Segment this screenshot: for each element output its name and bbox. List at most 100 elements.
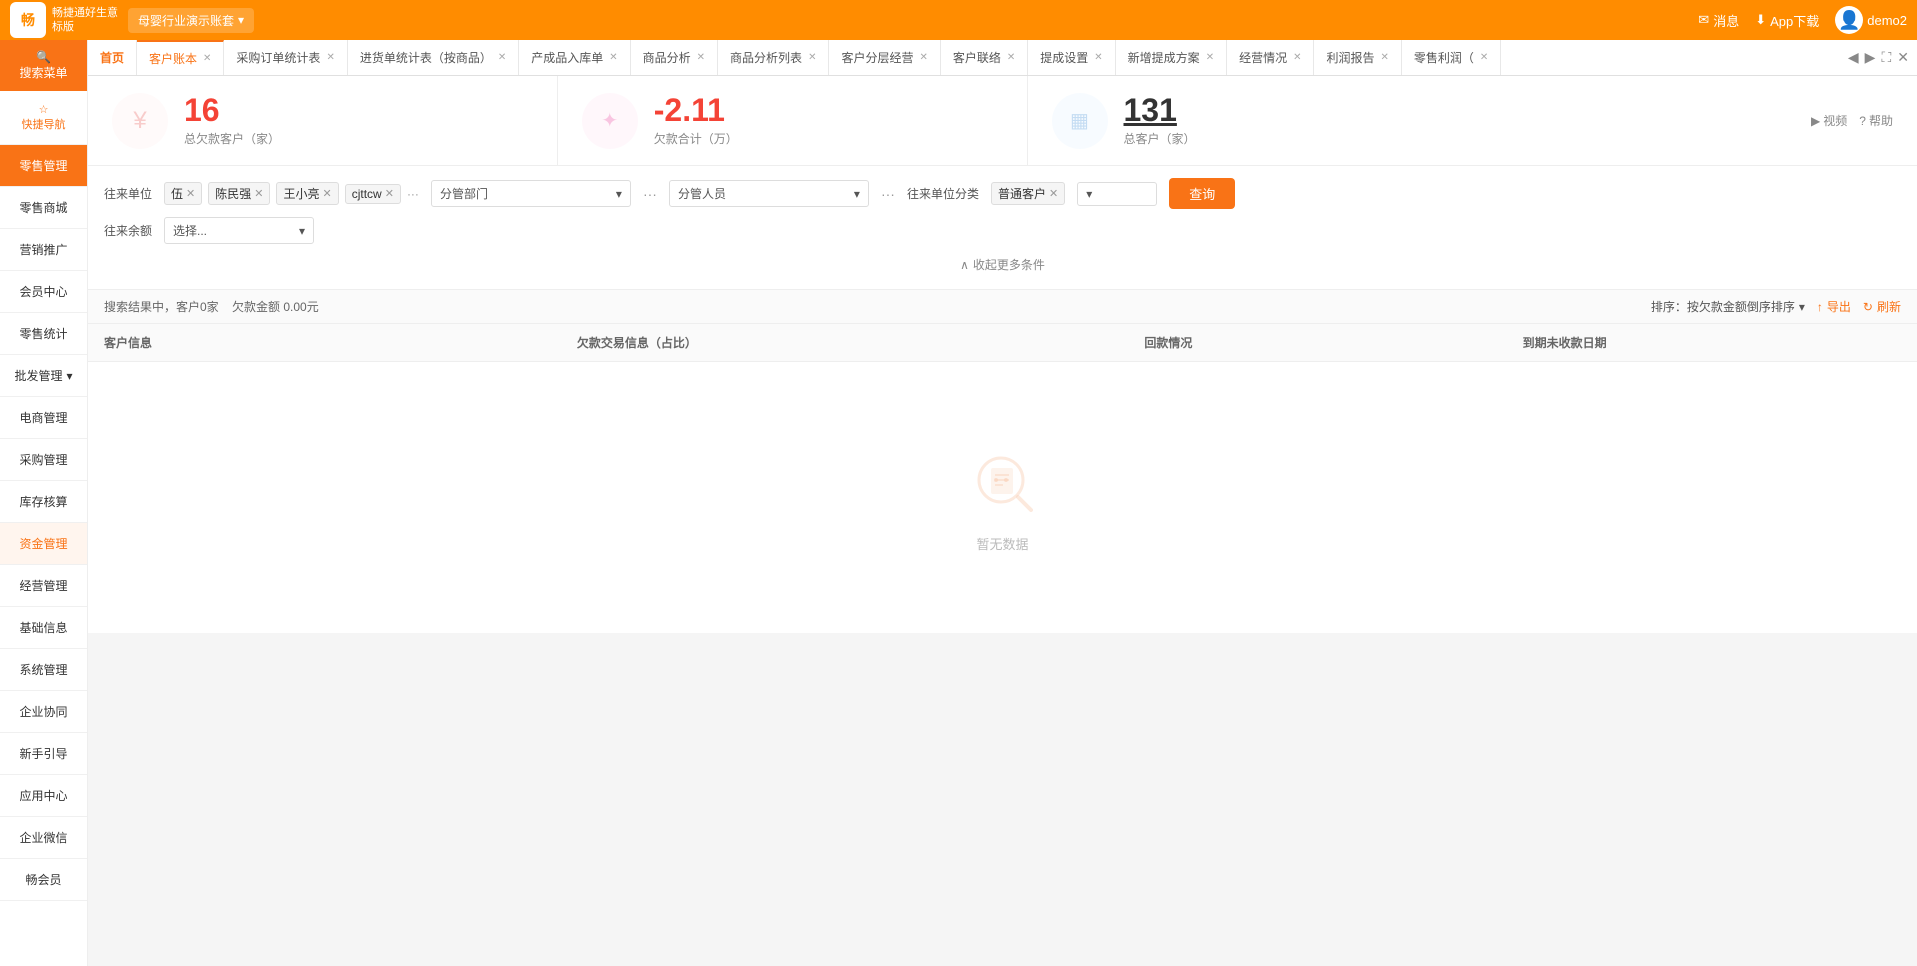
tab-customer-layer[interactable]: 客户分层经营 ✕ (829, 40, 940, 75)
tab-home[interactable]: 首页 (88, 40, 137, 75)
sidebar-item-operation[interactable]: 经营管理 (0, 565, 87, 607)
tab-close-icon[interactable]: ✕ (609, 52, 617, 63)
filter-balance-select[interactable]: 选择... ▾ (164, 217, 314, 244)
stat-value-owe-amount: -2.11 (654, 94, 738, 126)
sidebar-item-basic-info[interactable]: 基础信息 (0, 607, 87, 649)
sidebar-item-quick-nav[interactable]: ☆ 快捷导航 (0, 91, 87, 145)
tab-customer-account[interactable]: 客户账本 ✕ (137, 40, 224, 75)
sidebar-item-purchase[interactable]: 采购管理 (0, 439, 87, 481)
sidebar-item-retail-shop[interactable]: 零售商城 (0, 187, 87, 229)
store-selector[interactable]: 母婴行业演示账套 ▾ (128, 8, 254, 33)
tab-close-icon[interactable]: ✕ (203, 53, 211, 64)
filter-person-more[interactable]: ··· (881, 186, 895, 202)
sidebar-item-retail-stats[interactable]: 零售统计 (0, 313, 87, 355)
tab-close-icon[interactable]: ✕ (808, 52, 816, 63)
tab-add-commission[interactable]: 新增提成方案 ✕ (1116, 40, 1227, 75)
tab-product-analysis[interactable]: 商品分析 ✕ (631, 40, 718, 75)
top-right: ✉ 消息 ⬇ App下载 👤 demo2 (1698, 6, 1907, 34)
user-menu[interactable]: 👤 demo2 (1835, 6, 1907, 34)
tab-close-icon[interactable]: ✕ (697, 52, 705, 63)
collapse-more-conditions[interactable]: ∧ 收起更多条件 (104, 252, 1901, 277)
filter-unit-class-select[interactable]: ▾ (1077, 182, 1157, 206)
refresh-button[interactable]: ↻ 刷新 (1863, 298, 1901, 315)
empty-icon (963, 442, 1043, 522)
tab-close-icon[interactable]: ✕ (326, 52, 334, 63)
tab-scroll-right-icon[interactable]: ▶ (1865, 49, 1876, 66)
filter-dept-more[interactable]: ··· (643, 186, 657, 202)
sidebar-item-finance[interactable]: 资金管理 (0, 523, 87, 565)
filter-tag-close-icon[interactable]: ✕ (1049, 187, 1058, 200)
filter-tag-cjttcw[interactable]: cjttcw ✕ (345, 184, 401, 204)
sidebar-item-vip[interactable]: 畅会员 (0, 859, 87, 901)
refresh-icon: ↻ (1863, 300, 1873, 314)
tab-close-icon[interactable]: ✕ (1293, 52, 1301, 63)
stat-icon-customers: ▦ (1052, 93, 1108, 149)
help-icon: ? (1859, 114, 1866, 128)
tab-retail-profit[interactable]: 零售利润（ ✕ (1402, 40, 1501, 75)
sidebar-item-wechat[interactable]: 企业微信 (0, 817, 87, 859)
filter-tag-close-icon[interactable]: ✕ (186, 187, 195, 200)
filter-person-select[interactable]: 分管人员 ▾ (669, 180, 869, 207)
tab-close-icon[interactable]: ✕ (919, 52, 927, 63)
tab-product-analysis-list[interactable]: 商品分析列表 ✕ (718, 40, 829, 75)
filter-unit-class-label: 往来单位分类 (907, 185, 979, 202)
tab-maximize-icon[interactable]: ⛶ (1881, 49, 1891, 66)
chevron-down-icon: ▾ (1086, 187, 1092, 201)
tab-close-icon[interactable]: ✕ (498, 52, 506, 63)
message-button[interactable]: ✉ 消息 (1698, 11, 1739, 30)
tab-close-icon[interactable]: ✕ (1381, 52, 1389, 63)
sidebar-item-enterprise[interactable]: 企业协同 (0, 691, 87, 733)
sidebar-item-member[interactable]: 会员中心 (0, 271, 87, 313)
tab-close-icon[interactable]: ✕ (1480, 52, 1488, 63)
sidebar-item-guide[interactable]: 新手引导 (0, 733, 87, 775)
tab-product-inbound[interactable]: 产成品入库单 ✕ (519, 40, 630, 75)
filter-more-tags[interactable]: ··· (407, 187, 419, 201)
stat-value-owe-customers: 16 (184, 94, 280, 126)
filter-tag-wang[interactable]: 王小亮 ✕ (276, 182, 338, 205)
filter-tag-close-icon[interactable]: ✕ (385, 187, 394, 200)
export-button[interactable]: ↑ 导出 (1817, 298, 1851, 315)
sidebar-item-retail[interactable]: 零售管理 (0, 145, 87, 187)
filter-tag-close-icon[interactable]: ✕ (254, 187, 263, 200)
search-result-text: 搜索结果中，客户0家 欠款金额 0.00元 (104, 298, 319, 315)
sidebar-item-inventory[interactable]: 库存核算 (0, 481, 87, 523)
filter-tag-common-customer[interactable]: 普通客户 ✕ (991, 182, 1065, 205)
video-help-button[interactable]: ▶ 视频 (1811, 112, 1847, 129)
sort-label: 排序：按欠款金额倒序排序 (1651, 298, 1795, 315)
table-col-header-owe: 欠款交易信息（占比） (577, 334, 1144, 351)
tab-operations[interactable]: 经营情况 ✕ (1227, 40, 1314, 75)
tab-profit-report[interactable]: 利润报告 ✕ (1314, 40, 1401, 75)
result-actions: 排序：按欠款金额倒序排序 ▾ ↑ 导出 ↻ 刷新 (1651, 298, 1901, 315)
table-header: 客户信息 欠款交易信息（占比） 回款情况 到期未收款日期 (88, 324, 1917, 362)
tab-purchase-order[interactable]: 采购订单统计表 ✕ (224, 40, 347, 75)
tab-close-icon[interactable]: ✕ (1206, 52, 1214, 63)
filter-tag-wu[interactable]: 伍 ✕ (164, 182, 202, 205)
query-button[interactable]: 查询 (1169, 178, 1235, 209)
help-button[interactable]: ? 帮助 (1859, 112, 1893, 129)
tab-close-icon[interactable]: ✕ (1094, 52, 1102, 63)
sidebar-item-marketing[interactable]: 营销推广 (0, 229, 87, 271)
sidebar-item-app-center[interactable]: 应用中心 (0, 775, 87, 817)
tab-commission-settings[interactable]: 提成设置 ✕ (1028, 40, 1115, 75)
top-bar: 畅 畅捷通好生意 标版 母婴行业演示账套 ▾ ✉ 消息 ⬇ App下载 👤 (0, 0, 1917, 40)
tab-purchase-stats[interactable]: 进货单统计表（按商品） ✕ (348, 40, 519, 75)
stat-label-total-customers: 总客户（家） (1124, 130, 1196, 147)
sidebar: 🔍 搜索菜单 ☆ 快捷导航 零售管理 零售商城 营销推广 会员中心 零售统计 (0, 40, 88, 966)
tab-scroll-left-icon[interactable]: ◀ (1848, 49, 1859, 66)
filter-tag-chen[interactable]: 陈民强 ✕ (208, 182, 270, 205)
sidebar-item-wholesale[interactable]: 批发管理 ▾ (0, 355, 87, 397)
empty-text: 暂无数据 (976, 534, 1028, 553)
stat-total-owe-customers: ¥ 16 总欠款客户（家） (88, 76, 558, 165)
sidebar-search[interactable]: 🔍 搜索菜单 (0, 40, 87, 91)
stat-total-owe-amount: ✦ -2.11 欠款合计（万） (558, 76, 1028, 165)
tab-close-all-icon[interactable]: ✕ (1897, 49, 1909, 66)
filter-tag-close-icon[interactable]: ✕ (323, 187, 332, 200)
filter-dept-select[interactable]: 分管部门 ▾ (431, 180, 631, 207)
sidebar-item-system[interactable]: 系统管理 (0, 649, 87, 691)
sidebar-item-ecommerce[interactable]: 电商管理 (0, 397, 87, 439)
app-download-button[interactable]: ⬇ App下载 (1755, 11, 1819, 30)
tab-close-icon[interactable]: ✕ (1007, 52, 1015, 63)
tab-customer-contact[interactable]: 客户联络 ✕ (941, 40, 1028, 75)
sort-selector[interactable]: 排序：按欠款金额倒序排序 ▾ (1651, 298, 1805, 315)
table-col-header-due-date: 到期未收款日期 (1523, 334, 1901, 351)
